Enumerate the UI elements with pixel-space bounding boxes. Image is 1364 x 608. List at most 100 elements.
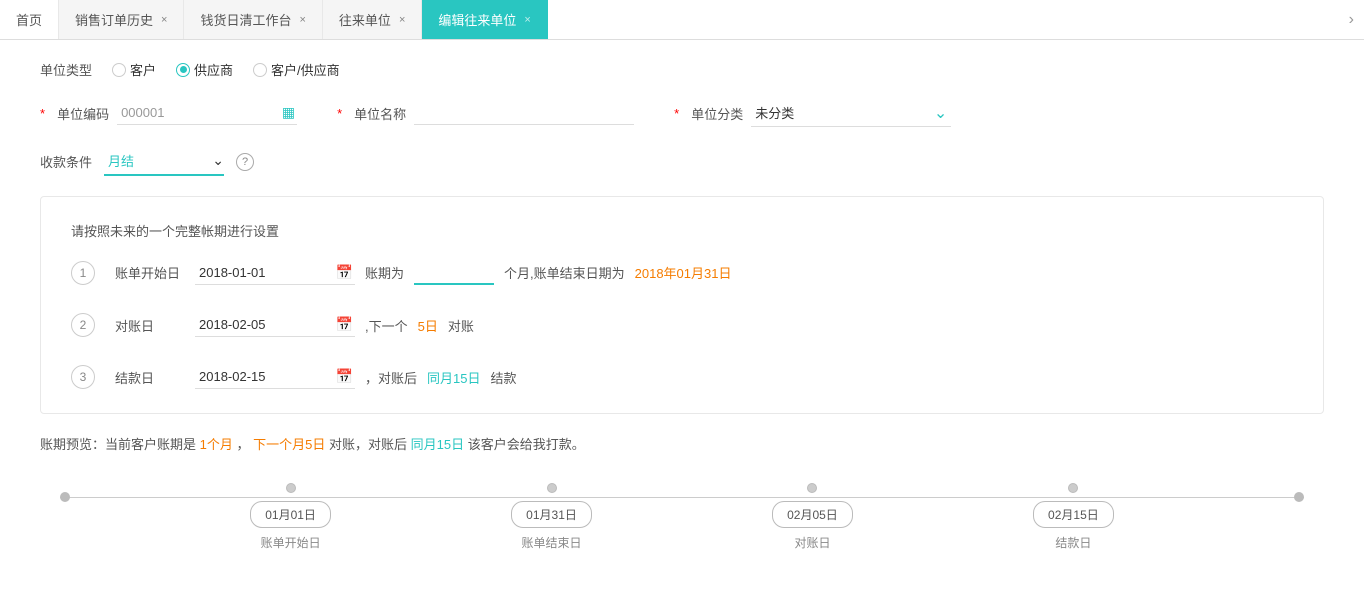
- timeline-end-dot: [1294, 492, 1304, 502]
- tl-badge-2: 01月31日: [511, 501, 592, 528]
- payment-label: 收款条件: [40, 152, 92, 171]
- tl-dot-4: [1068, 483, 1078, 493]
- tab-edit-unit-label: 编辑往来单位: [438, 10, 516, 29]
- radio-customer-circle: [112, 63, 126, 77]
- preview-part3: 同月15日: [411, 437, 464, 452]
- radio-supplier-circle: [176, 63, 190, 77]
- preview-text: 账期预览：当前客户账期是 1个月 ， 下一个月5日 对账，对账后 同月15日 该…: [40, 434, 1324, 453]
- setting-row-3: 3 结款日 📅 ，对账后 同月15日 结款: [71, 365, 1293, 389]
- timeline-nodes: 01月01日 账单开始日 01月31日 账单结束日 02月05日 对账日: [60, 483, 1304, 551]
- timeline-start-dot: [60, 492, 70, 502]
- category-dropdown-arrow: ⌄: [930, 101, 951, 125]
- name-field-group: * 单位名称 河南供应商22: [337, 101, 634, 125]
- date-input-2[interactable]: [195, 313, 334, 336]
- calendar-icon-1[interactable]: 📅: [334, 262, 355, 283]
- tl-label-4: 结款日: [1055, 534, 1091, 551]
- tab-home-label: 首页: [16, 10, 42, 29]
- unit-type-row: 单位类型 客户 供应商 客户/供应商: [40, 60, 1324, 79]
- payment-day: 同月15日: [427, 368, 480, 387]
- radio-customer-supplier[interactable]: 客户/供应商: [253, 60, 340, 79]
- setting-num-1: 1: [71, 261, 95, 285]
- payment-dropdown-arrow: ⌄: [212, 152, 224, 169]
- code-input[interactable]: [117, 101, 280, 124]
- code-input-wrapper: ▦: [117, 101, 297, 125]
- setting-label-2: 对账日: [115, 316, 195, 335]
- reconcile-day: 5日: [418, 316, 438, 335]
- tl-badge-3: 02月05日: [772, 501, 853, 528]
- tab-sales-history[interactable]: 销售订单历史 ×: [59, 0, 184, 39]
- code-name-category-row: * 单位编码 ▦ * 单位名称 河南供应商22 * 单位分类 未分类 ⌄: [40, 99, 1324, 127]
- tab-units-close[interactable]: ×: [399, 14, 405, 26]
- main-content: 单位类型 客户 供应商 客户/供应商 * 单位编码 ▦: [0, 40, 1364, 608]
- tl-badge-4: 02月15日: [1033, 501, 1114, 528]
- tab-cash-work-close[interactable]: ×: [299, 14, 305, 26]
- period-input[interactable]: 1: [414, 260, 494, 285]
- timeline-node-3: 02月05日 对账日: [772, 483, 853, 551]
- code-label: 单位编码: [57, 104, 109, 123]
- payment-value: 月结: [104, 147, 212, 174]
- radio-customer-supplier-circle: [253, 63, 267, 77]
- preview-label: 账期预览：当前客户账期是: [40, 437, 196, 452]
- date-input-wrapper-1: 📅: [195, 261, 355, 285]
- required-star-name: *: [337, 106, 342, 121]
- setting-row-2: 2 对账日 📅 ,下一个 5日 对账: [71, 313, 1293, 337]
- category-select[interactable]: 未分类 ⌄: [751, 99, 951, 127]
- name-input[interactable]: 河南供应商22: [414, 101, 634, 125]
- tl-badge-1: 01月01日: [250, 501, 331, 528]
- timeline-node-4: 02月15日 结款日: [1033, 483, 1114, 551]
- preview-comma1: ，: [237, 437, 250, 452]
- setting-label-1: 账单开始日: [115, 263, 195, 282]
- name-label: 单位名称: [354, 104, 406, 123]
- timeline-end: [1294, 483, 1304, 502]
- setting-input-group-1: 📅 账期为 1 个月,账单结束日期为 2018年01月31日: [195, 260, 731, 285]
- tl-dot-2: [547, 483, 557, 493]
- payment-suffix: 结款: [490, 368, 516, 387]
- timeline-node-2: 01月31日 账单结束日: [511, 483, 592, 551]
- unit-type-label: 单位类型: [40, 60, 92, 79]
- radio-customer[interactable]: 客户: [112, 60, 156, 79]
- tab-edit-unit[interactable]: 编辑往来单位 ×: [422, 0, 547, 39]
- unit-type-radio-group: 客户 供应商 客户/供应商: [112, 60, 340, 79]
- tab-home[interactable]: 首页: [0, 0, 59, 39]
- setting-num-3: 3: [71, 365, 95, 389]
- settings-title: 请按照未来的一个完整帐期进行设置: [71, 221, 1293, 240]
- category-label: 单位分类: [691, 104, 743, 123]
- tab-cash-work-label: 钱货日清工作台: [200, 10, 291, 29]
- calendar-icon-3[interactable]: 📅: [334, 366, 355, 387]
- timeline-node-1: 01月01日 账单开始日: [250, 483, 331, 551]
- radio-customer-supplier-label: 客户/供应商: [271, 60, 340, 79]
- tab-units[interactable]: 往来单位 ×: [323, 0, 422, 39]
- date-input-3[interactable]: [195, 365, 334, 388]
- payment-select[interactable]: 月结 ⌄: [104, 147, 224, 176]
- setting-label-3: 结款日: [115, 368, 195, 387]
- tab-more-arrow[interactable]: ›: [1339, 0, 1364, 39]
- settings-box: 请按照未来的一个完整帐期进行设置 1 账单开始日 📅 账期为 1 个月,账单结束…: [40, 196, 1324, 414]
- payment-prefix: ，对账后: [365, 368, 417, 387]
- payment-row: 收款条件 月结 ⌄ ?: [40, 147, 1324, 176]
- calendar-icon-2[interactable]: 📅: [334, 314, 355, 335]
- code-icon[interactable]: ▦: [280, 102, 297, 123]
- radio-customer-label: 客户: [130, 60, 156, 79]
- tl-dot-3: [807, 483, 817, 493]
- tab-cash-work[interactable]: 钱货日清工作台 ×: [184, 0, 322, 39]
- period-label: 账期为: [365, 263, 404, 282]
- reconcile-prefix: ,下一个: [365, 316, 408, 335]
- period-suffix: 个月,账单结束日期为: [504, 263, 625, 282]
- reconcile-suffix: 对账: [448, 316, 474, 335]
- required-star-code: *: [40, 106, 45, 121]
- preview-part2: 下一个月5日: [253, 437, 325, 452]
- tab-edit-unit-close[interactable]: ×: [524, 14, 530, 26]
- tab-sales-history-label: 销售订单历史: [75, 10, 153, 29]
- help-icon[interactable]: ?: [236, 153, 254, 171]
- setting-input-group-2: 📅 ,下一个 5日 对账: [195, 313, 474, 337]
- preview-part1: 1个月: [200, 437, 233, 452]
- preview-end: 该客户会给我打款。: [468, 437, 585, 452]
- radio-supplier[interactable]: 供应商: [176, 60, 233, 79]
- preview-section: 账期预览：当前客户账期是 1个月 ， 下一个月5日 对账，对账后 同月15日 该…: [40, 434, 1324, 571]
- tl-label-3: 对账日: [794, 534, 830, 551]
- date-input-1[interactable]: [195, 261, 334, 284]
- category-value: 未分类: [751, 99, 930, 126]
- tab-sales-history-close[interactable]: ×: [161, 14, 167, 26]
- tl-label-2: 账单结束日: [522, 534, 582, 551]
- setting-input-group-3: 📅 ，对账后 同月15日 结款: [195, 365, 517, 389]
